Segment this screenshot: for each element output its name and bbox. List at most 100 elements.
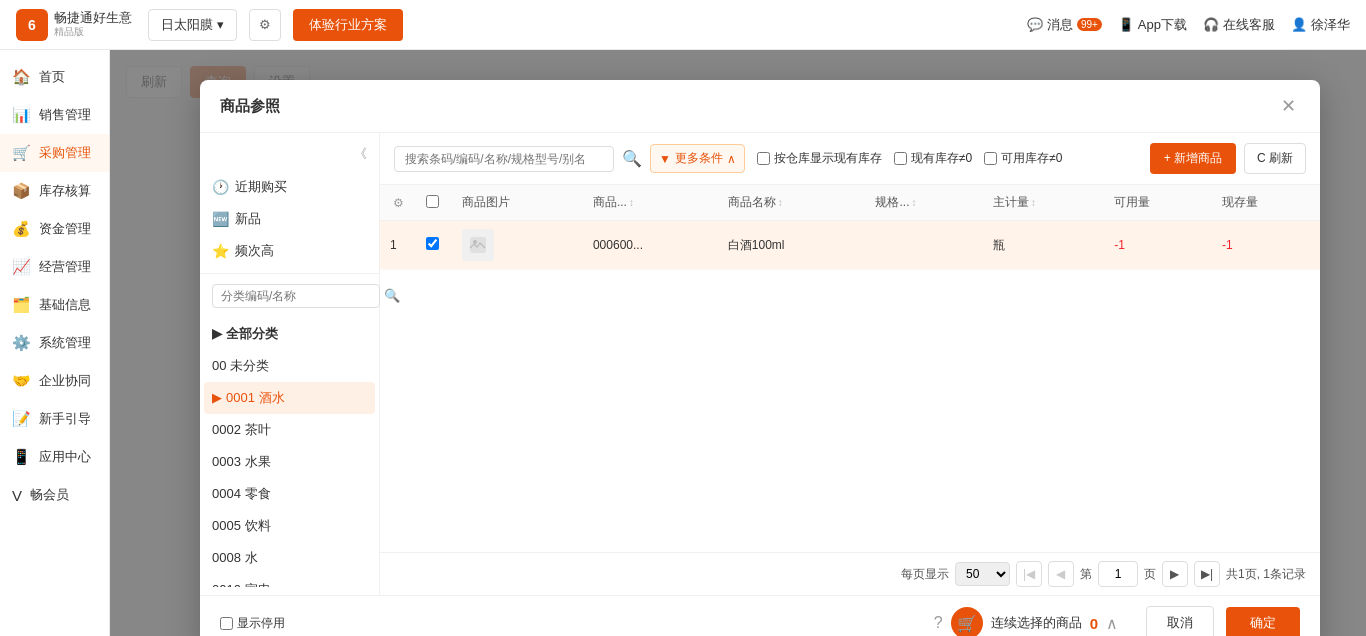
quick-item-new[interactable]: 🆕 新品 <box>200 203 379 235</box>
sidebar-item-home[interactable]: 🏠 首页 <box>0 58 109 96</box>
select-all-checkbox[interactable] <box>426 195 439 208</box>
left-panel: 《 🕐 近期购买 🆕 新品 ⭐ 频次高 <box>200 133 380 595</box>
category-search-box: 🔍 <box>200 280 379 312</box>
next-page-button[interactable]: ▶ <box>1162 561 1188 587</box>
checkbox-warehouse-label[interactable]: 按仓库显示现有库存 <box>757 150 882 167</box>
category-item-liquor[interactable]: ▶ 0001 酒水 <box>204 382 375 414</box>
user-profile-button[interactable]: 👤 徐泽华 <box>1291 16 1350 34</box>
category-item-snacks[interactable]: 0004 零食 <box>204 478 375 510</box>
checkbox-stock-ne0[interactable] <box>894 152 907 165</box>
sidebar-item-purchase[interactable]: 🛒 采购管理 <box>0 134 109 172</box>
checkbox-warehouse[interactable] <box>757 152 770 165</box>
app-download-button[interactable]: 📱 App下载 <box>1118 16 1187 34</box>
avatar-icon: 👤 <box>1291 17 1307 32</box>
chevron-up-icon: ∧ <box>727 152 736 166</box>
collapse-cart-icon[interactable]: ∧ <box>1106 614 1118 633</box>
quick-item-frequent[interactable]: ⭐ 频次高 <box>200 235 379 267</box>
sidebar-item-operations[interactable]: 📈 经营管理 <box>0 248 109 286</box>
footer-left: 显示停用 <box>220 615 285 632</box>
category-label: 0010 家电 <box>212 581 271 587</box>
modal-close-button[interactable]: ✕ <box>1276 94 1300 118</box>
row-unit: 瓶 <box>983 221 1104 270</box>
finance-icon: 💰 <box>12 220 31 238</box>
message-icon: 💬 <box>1027 17 1043 32</box>
sidebar-item-label: 采购管理 <box>39 144 91 162</box>
sidebar-item-inventory[interactable]: 📦 库存核算 <box>0 172 109 210</box>
category-item-tea[interactable]: 0002 茶叶 <box>204 414 375 446</box>
checkbox-available-ne0-text: 可用库存≠0 <box>1001 150 1062 167</box>
page-label: 第 <box>1080 566 1092 583</box>
category-item-fruit[interactable]: 0003 水果 <box>204 446 375 478</box>
sidebar-item-system[interactable]: ⚙️ 系统管理 <box>0 324 109 362</box>
cart-icon[interactable]: 🛒 <box>951 607 983 636</box>
table-settings-icon[interactable]: ⚙ <box>393 196 404 210</box>
messages-button[interactable]: 💬 消息 99+ <box>1027 16 1102 34</box>
quick-item-label: 新品 <box>235 210 261 228</box>
sidebar-item-finance[interactable]: 💰 资金管理 <box>0 210 109 248</box>
page-size-select[interactable]: 50 10 20 100 <box>955 562 1010 586</box>
row-checkbox-cell <box>416 221 452 270</box>
sidebar-item-label: 经营管理 <box>39 258 91 276</box>
filter-label: 更多条件 <box>675 150 723 167</box>
settings-button[interactable]: ⚙ <box>249 9 281 41</box>
operations-icon: 📈 <box>12 258 31 276</box>
product-image <box>462 229 494 261</box>
checkbox-group: 按仓库显示现有库存 现有库存≠0 可用库存≠0 <box>757 150 1063 167</box>
add-product-button[interactable]: + 新增商品 <box>1150 143 1236 174</box>
sidebar-item-guide[interactable]: 📝 新手引导 <box>0 400 109 438</box>
product-search-input[interactable] <box>394 146 614 172</box>
search-button[interactable]: 🔍 <box>622 149 642 168</box>
category-item-water[interactable]: 0008 水 <box>204 542 375 574</box>
quick-item-label: 近期购买 <box>235 178 287 196</box>
first-page-button[interactable]: |◀ <box>1016 561 1042 587</box>
help-icon[interactable]: ? <box>934 614 943 632</box>
checkbox-available-ne0[interactable] <box>984 152 997 165</box>
confirm-button[interactable]: 确定 <box>1226 607 1300 636</box>
sidebar-item-label: 销售管理 <box>39 106 91 124</box>
sidebar-item-label: 畅会员 <box>30 486 69 504</box>
star-icon: ⭐ <box>212 243 229 259</box>
nav-dropdown[interactable]: 日太阳膜 ▾ <box>148 9 237 41</box>
category-item-unclassified[interactable]: 00 未分类 <box>204 350 375 382</box>
messages-badge: 99+ <box>1077 18 1102 31</box>
sidebar-item-app-center[interactable]: 📱 应用中心 <box>0 438 109 476</box>
quick-item-recent[interactable]: 🕐 近期购买 <box>200 171 379 203</box>
toolbar: 🔍 ▼ 更多条件 ∧ 按仓库显示现有库存 <box>380 133 1320 185</box>
arrow-icon: ▶ <box>212 390 222 405</box>
system-icon: ⚙️ <box>12 334 31 352</box>
cart-area: ? 🛒 连续选择的商品 0 ∧ <box>934 607 1118 636</box>
logo-text-group: 畅捷通好生意 精品版 <box>54 10 132 40</box>
refresh-button[interactable]: C 刷新 <box>1244 143 1306 174</box>
filter-button[interactable]: ▼ 更多条件 ∧ <box>650 144 745 173</box>
row-available: -1 <box>1104 221 1212 270</box>
checkbox-warehouse-text: 按仓库显示现有库存 <box>774 150 882 167</box>
checkbox-stock-ne0-label[interactable]: 现有库存≠0 <box>894 150 972 167</box>
category-item-drinks[interactable]: 0005 饮料 <box>204 510 375 542</box>
sidebar-item-sales[interactable]: 📊 销售管理 <box>0 96 109 134</box>
page-number-input[interactable] <box>1098 561 1138 587</box>
logo-icon: 6 <box>16 9 48 41</box>
checkbox-available-ne0-label[interactable]: 可用库存≠0 <box>984 150 1062 167</box>
page-size-label: 每页显示 <box>901 566 949 583</box>
product-reference-modal: 商品参照 ✕ 《 🕐 近期购买 🆕 新品 <box>200 80 1320 636</box>
row-checkbox[interactable] <box>426 237 439 250</box>
sidebar-item-enterprise[interactable]: 🤝 企业协同 <box>0 362 109 400</box>
logo-area: 6 畅捷通好生意 精品版 <box>16 9 136 41</box>
sidebar-item-basic-info[interactable]: 🗂️ 基础信息 <box>0 286 109 324</box>
table-row[interactable]: 1 <box>380 221 1320 270</box>
category-item-appliance[interactable]: 0010 家电 <box>204 574 375 587</box>
show-disabled-label[interactable]: 显示停用 <box>220 615 285 632</box>
category-label: 0003 水果 <box>212 453 271 471</box>
sales-icon: 📊 <box>12 106 31 124</box>
total-info: 共1页, 1条记录 <box>1226 566 1306 583</box>
trial-button[interactable]: 体验行业方案 <box>293 9 403 41</box>
collapse-left-icon[interactable]: 《 <box>354 145 367 163</box>
last-page-button[interactable]: ▶| <box>1194 561 1220 587</box>
category-item-all[interactable]: ▶ 全部分类 <box>204 318 375 350</box>
cancel-button[interactable]: 取消 <box>1146 606 1214 636</box>
prev-page-button[interactable]: ◀ <box>1048 561 1074 587</box>
online-service-button[interactable]: 🎧 在线客服 <box>1203 16 1275 34</box>
category-search-input[interactable] <box>212 284 380 308</box>
show-disabled-checkbox[interactable] <box>220 617 233 630</box>
sidebar-item-member[interactable]: V 畅会员 <box>0 476 109 514</box>
